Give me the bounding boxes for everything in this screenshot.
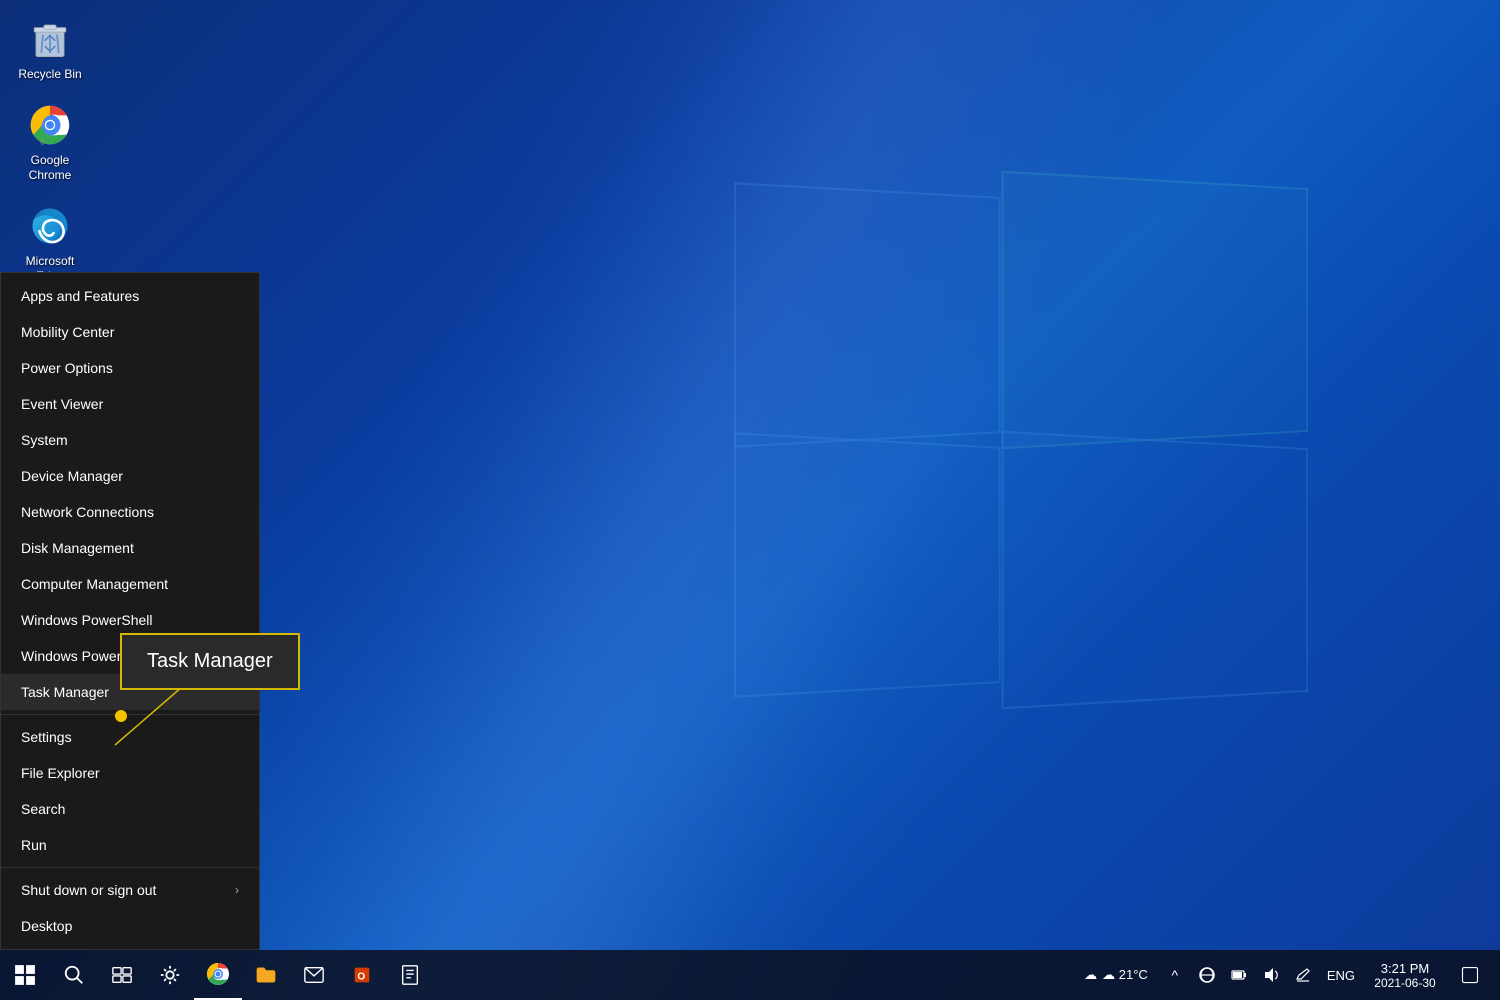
taskbar-file-explorer-button[interactable] xyxy=(242,950,290,1000)
svg-text:G: G xyxy=(40,141,44,147)
taskbar-office-button[interactable]: O xyxy=(338,950,386,1000)
menu-item-disk-management[interactable]: Disk Management xyxy=(1,530,259,566)
menu-item-power-options[interactable]: Power Options xyxy=(1,350,259,386)
notepad-icon xyxy=(399,964,421,986)
tray-network-icon[interactable] xyxy=(1193,950,1221,1000)
task-view-icon xyxy=(111,964,133,986)
weather-icon: ☁ xyxy=(1084,967,1097,983)
context-menu: Apps and Features Mobility Center Power … xyxy=(0,272,260,950)
system-tray: ^ xyxy=(1161,950,1317,1000)
taskbar-notepad-button[interactable] xyxy=(386,950,434,1000)
clock-date: 2021-06-30 xyxy=(1374,976,1435,990)
taskbar-icons: O xyxy=(50,950,434,1000)
tray-chevron-up[interactable]: ^ xyxy=(1161,950,1189,1000)
shut-down-arrow-icon: › xyxy=(235,883,239,897)
notification-icon xyxy=(1461,966,1479,984)
weather-widget[interactable]: ☁ ☁ 21°C xyxy=(1076,950,1156,1000)
taskbar-mail-button[interactable] xyxy=(290,950,338,1000)
tray-sound-icon[interactable] xyxy=(1257,950,1285,1000)
desktop-windows-logo xyxy=(720,150,1320,750)
taskbar-search-icon xyxy=(63,964,85,986)
start-button[interactable] xyxy=(0,950,50,1000)
recycle-bin-label: Recycle Bin xyxy=(18,67,81,81)
menu-item-file-explorer[interactable]: File Explorer xyxy=(1,755,259,791)
taskbar-widgets-button[interactable] xyxy=(146,950,194,1000)
task-manager-tooltip: Task Manager xyxy=(120,633,300,690)
file-explorer-icon xyxy=(255,964,277,986)
taskbar-chrome-button[interactable] xyxy=(194,950,242,1000)
menu-item-mobility-center[interactable]: Mobility Center xyxy=(1,314,259,350)
mail-icon xyxy=(303,964,325,986)
desktop-icon-recycle-bin[interactable]: Recycle Bin xyxy=(10,10,90,86)
language-indicator[interactable]: ENG xyxy=(1322,968,1360,983)
menu-item-computer-management[interactable]: Computer Management xyxy=(1,566,259,602)
menu-item-device-manager[interactable]: Device Manager xyxy=(1,458,259,494)
menu-item-settings[interactable]: Settings xyxy=(1,719,259,755)
taskbar-left: O xyxy=(0,950,434,1000)
recycle-bin-icon xyxy=(26,15,74,63)
menu-item-system[interactable]: System xyxy=(1,422,259,458)
office-icon: O xyxy=(351,964,373,986)
taskbar-task-view-button[interactable] xyxy=(98,950,146,1000)
taskbar-chrome-icon xyxy=(206,962,230,986)
menu-item-run[interactable]: Run xyxy=(1,827,259,863)
taskbar-search-button[interactable] xyxy=(50,950,98,1000)
widgets-icon xyxy=(159,964,181,986)
menu-item-desktop[interactable]: Desktop xyxy=(1,908,259,944)
clock-widget[interactable]: 3:21 PM 2021-06-30 xyxy=(1365,950,1445,1000)
weather-temp: ☁ 21°C xyxy=(1102,967,1148,983)
menu-divider-2 xyxy=(1,867,259,868)
menu-divider-1 xyxy=(1,714,259,715)
desktop: Recycle Bin G xyxy=(0,0,1500,1000)
menu-item-apps-features[interactable]: Apps and Features xyxy=(1,278,259,314)
desktop-icons-area: Recycle Bin G xyxy=(10,10,90,288)
task-manager-highlight-dot xyxy=(115,710,127,722)
taskbar: O ☁ ☁ 21°C xyxy=(0,950,1500,1000)
windows-logo-icon xyxy=(14,964,36,986)
menu-item-shut-down[interactable]: Shut down or sign out › xyxy=(1,872,259,908)
chrome-icon: G xyxy=(26,101,74,149)
menu-item-search[interactable]: Search xyxy=(1,791,259,827)
clock-time: 3:21 PM xyxy=(1381,961,1429,976)
tray-edit-icon[interactable] xyxy=(1289,950,1317,1000)
desktop-icon-google-chrome[interactable]: G Google Chrome xyxy=(10,96,90,187)
notification-button[interactable] xyxy=(1450,950,1490,1000)
menu-item-network-connections[interactable]: Network Connections xyxy=(1,494,259,530)
menu-item-event-viewer[interactable]: Event Viewer xyxy=(1,386,259,422)
svg-text:O: O xyxy=(357,972,365,983)
edge-icon xyxy=(26,202,74,250)
chrome-label: Google Chrome xyxy=(15,153,85,182)
tray-battery-icon[interactable] xyxy=(1225,950,1253,1000)
taskbar-right: ☁ ☁ 21°C ^ xyxy=(1076,950,1500,1000)
